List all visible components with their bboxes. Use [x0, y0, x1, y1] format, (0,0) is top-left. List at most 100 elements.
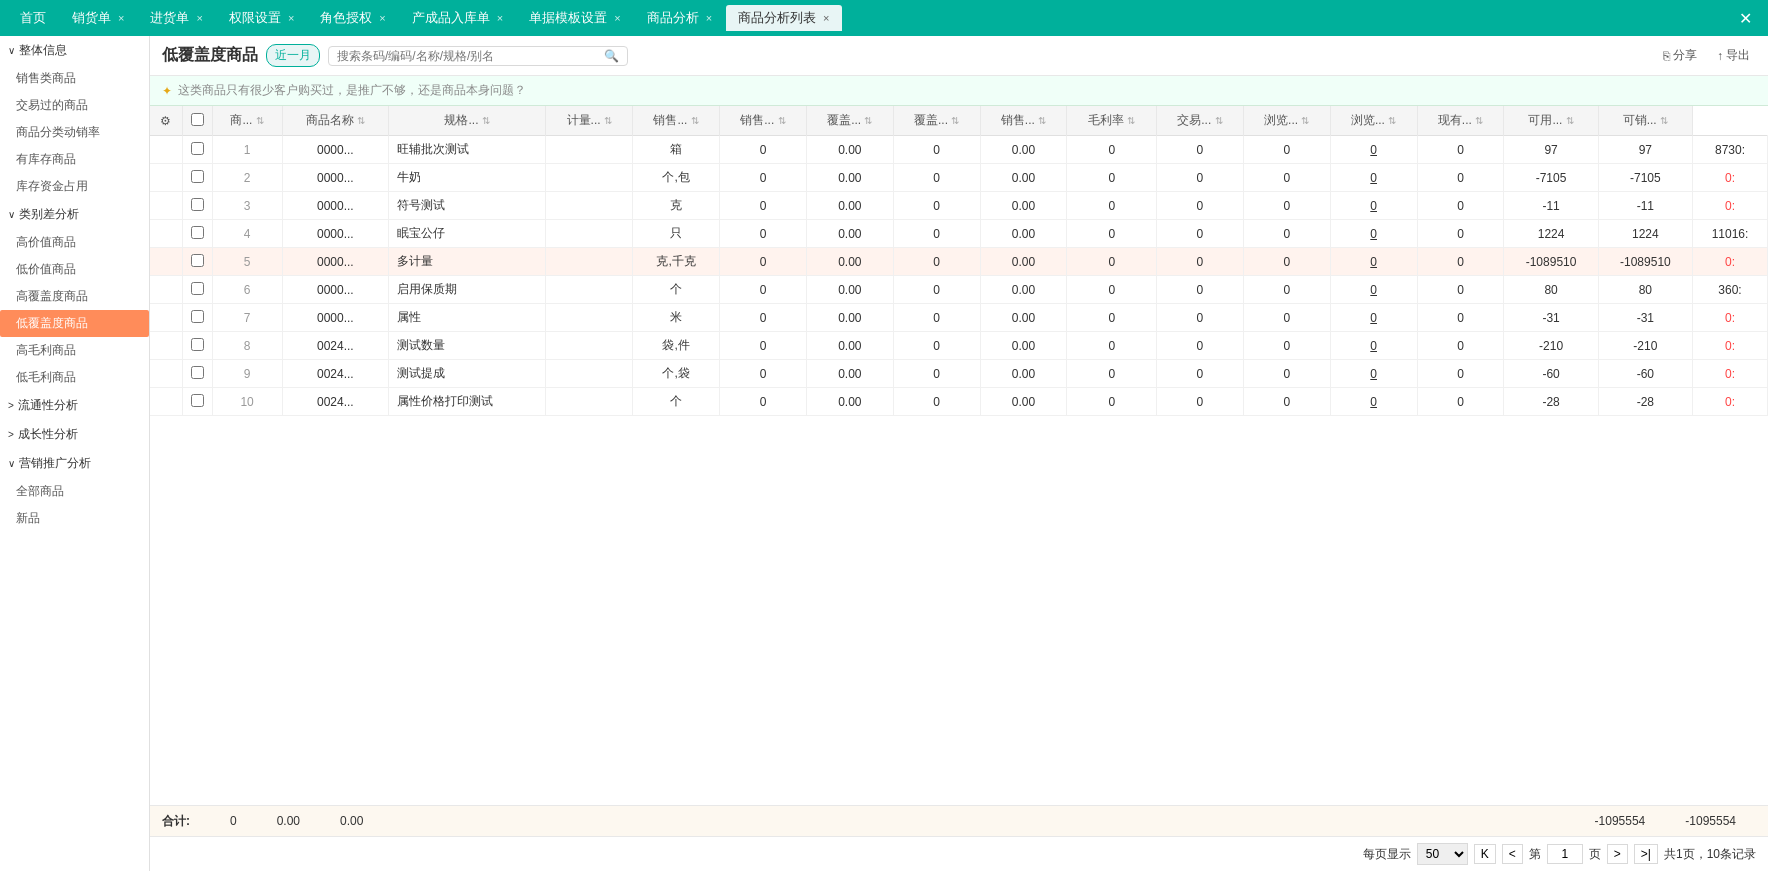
cell-checkbox[interactable]	[182, 248, 212, 276]
col-cover2[interactable]: 覆盖... ⇅	[893, 106, 980, 136]
first-page-button[interactable]: K	[1474, 844, 1496, 864]
nav-product-analysis-list[interactable]: 商品分析列表 ×	[726, 5, 841, 31]
next-page-button[interactable]: >	[1607, 844, 1628, 864]
sidebar-item-low-value[interactable]: 低价值商品	[0, 256, 149, 283]
nav-role-auth[interactable]: 角色授权 ×	[308, 5, 397, 31]
cell-browse1[interactable]: 0	[1330, 192, 1417, 220]
col-sales-amt[interactable]: 销售... ⇅	[720, 106, 807, 136]
share-button[interactable]: ⎘ 分享	[1657, 44, 1703, 67]
browse1-link[interactable]: 0	[1370, 311, 1377, 325]
cell-checkbox[interactable]	[182, 360, 212, 388]
cell-browse1[interactable]: 0	[1330, 332, 1417, 360]
nav-sales-order[interactable]: 销货单 ×	[60, 5, 136, 31]
cell-checkbox[interactable]	[182, 136, 212, 164]
sidebar-section-growth[interactable]: > 成长性分析	[0, 420, 149, 449]
browse1-link[interactable]: 0	[1370, 339, 1377, 353]
cell-checkbox[interactable]	[182, 304, 212, 332]
sidebar-item-category-sales-rate[interactable]: 商品分类动销率	[0, 119, 149, 146]
sidebar-item-high-value[interactable]: 高价值商品	[0, 229, 149, 256]
col-sales3[interactable]: 销售... ⇅	[980, 106, 1067, 136]
row-checkbox[interactable]	[191, 394, 204, 407]
sidebar-section-category-analysis[interactable]: ∨ 类别差分析	[0, 200, 149, 229]
nav-purchase-order[interactable]: 进货单 ×	[138, 5, 214, 31]
nav-close-template-settings[interactable]: ×	[614, 12, 620, 24]
nav-close-product-analysis[interactable]: ×	[706, 12, 712, 24]
sidebar-item-all-goods[interactable]: 全部商品	[0, 478, 149, 505]
cell-checkbox[interactable]	[182, 276, 212, 304]
cell-browse1[interactable]: 0	[1330, 164, 1417, 192]
col-spec[interactable]: 规格... ⇅	[388, 106, 545, 136]
col-browse2[interactable]: 浏览... ⇅	[1330, 106, 1417, 136]
sidebar-section-circulation[interactable]: > 流通性分析	[0, 391, 149, 420]
col-name[interactable]: 商品名称 ⇅	[282, 106, 388, 136]
cell-browse1[interactable]: 0	[1330, 136, 1417, 164]
browse1-link[interactable]: 0	[1370, 143, 1377, 157]
sidebar-item-traded-goods[interactable]: 交易过的商品	[0, 92, 149, 119]
select-all-checkbox[interactable]	[191, 113, 204, 126]
browse1-link[interactable]: 0	[1370, 227, 1377, 241]
nav-close-product-storage[interactable]: ×	[497, 12, 503, 24]
browse1-link[interactable]: 0	[1370, 283, 1377, 297]
row-checkbox[interactable]	[191, 198, 204, 211]
row-checkbox[interactable]	[191, 142, 204, 155]
col-unit[interactable]: 计量... ⇅	[546, 106, 633, 136]
col-saleable[interactable]: 可销... ⇅	[1598, 106, 1692, 136]
cell-browse1[interactable]: 0	[1330, 220, 1417, 248]
cell-browse1[interactable]: 0	[1330, 304, 1417, 332]
row-checkbox[interactable]	[191, 226, 204, 239]
cell-checkbox[interactable]	[182, 332, 212, 360]
sidebar-item-high-coverage[interactable]: 高覆盖度商品	[0, 283, 149, 310]
nav-close-purchase-order[interactable]: ×	[196, 12, 202, 24]
cell-browse1[interactable]: 0	[1330, 388, 1417, 416]
nav-product-storage[interactable]: 产成品入库单 ×	[400, 5, 515, 31]
browse1-link[interactable]: 0	[1370, 367, 1377, 381]
sidebar-section-marketing[interactable]: ∨ 营销推广分析	[0, 449, 149, 478]
export-button[interactable]: ↑ 导出	[1711, 44, 1756, 67]
window-close-button[interactable]: ✕	[1731, 5, 1760, 32]
row-checkbox[interactable]	[191, 170, 204, 183]
browse1-link[interactable]: 0	[1370, 199, 1377, 213]
sidebar-item-new-goods[interactable]: 新品	[0, 505, 149, 532]
nav-close-sales-order[interactable]: ×	[118, 12, 124, 24]
cell-checkbox[interactable]	[182, 220, 212, 248]
prev-page-button[interactable]: <	[1502, 844, 1523, 864]
row-checkbox[interactable]	[191, 338, 204, 351]
browse1-link[interactable]: 0	[1370, 255, 1377, 269]
sidebar-item-sales-goods[interactable]: 销售类商品	[0, 65, 149, 92]
col-current-stock[interactable]: 现有... ⇅	[1417, 106, 1504, 136]
browse1-link[interactable]: 0	[1370, 171, 1377, 185]
nav-close-product-analysis-list[interactable]: ×	[823, 12, 829, 24]
search-input[interactable]	[337, 49, 600, 63]
date-filter-button[interactable]: 近一月	[266, 44, 320, 67]
page-size-select[interactable]: 50 20 100 200	[1417, 843, 1468, 865]
col-code[interactable]: 商... ⇅	[212, 106, 282, 136]
cell-browse1[interactable]: 0	[1330, 276, 1417, 304]
nav-home[interactable]: 首页	[8, 5, 58, 31]
sidebar-item-low-coverage[interactable]: 低覆盖度商品	[0, 310, 149, 337]
nav-close-role-auth[interactable]: ×	[379, 12, 385, 24]
nav-product-analysis[interactable]: 商品分析 ×	[635, 5, 724, 31]
row-checkbox[interactable]	[191, 254, 204, 267]
col-settings[interactable]: ⚙	[150, 106, 182, 136]
col-available-stock[interactable]: 可用... ⇅	[1504, 106, 1598, 136]
row-checkbox[interactable]	[191, 310, 204, 323]
col-cover1[interactable]: 覆盖... ⇅	[806, 106, 893, 136]
page-number-input[interactable]	[1547, 844, 1583, 864]
col-trade[interactable]: 交易... ⇅	[1157, 106, 1244, 136]
col-gross-rate[interactable]: 毛利率 ⇅	[1067, 106, 1157, 136]
cell-checkbox[interactable]	[182, 192, 212, 220]
nav-close-permissions[interactable]: ×	[288, 12, 294, 24]
col-sales-qty[interactable]: 销售... ⇅	[633, 106, 720, 136]
col-browse1[interactable]: 浏览... ⇅	[1243, 106, 1330, 136]
sidebar-item-inventory-capital[interactable]: 库存资金占用	[0, 173, 149, 200]
row-checkbox[interactable]	[191, 282, 204, 295]
row-checkbox[interactable]	[191, 366, 204, 379]
cell-checkbox[interactable]	[182, 164, 212, 192]
cell-browse1[interactable]: 0	[1330, 360, 1417, 388]
nav-template-settings[interactable]: 单据模板设置 ×	[517, 5, 632, 31]
cell-checkbox[interactable]	[182, 388, 212, 416]
sidebar-item-in-stock-goods[interactable]: 有库存商品	[0, 146, 149, 173]
nav-permissions[interactable]: 权限设置 ×	[217, 5, 306, 31]
search-icon[interactable]: 🔍	[604, 49, 619, 63]
sidebar-section-overall[interactable]: ∨ 整体信息	[0, 36, 149, 65]
